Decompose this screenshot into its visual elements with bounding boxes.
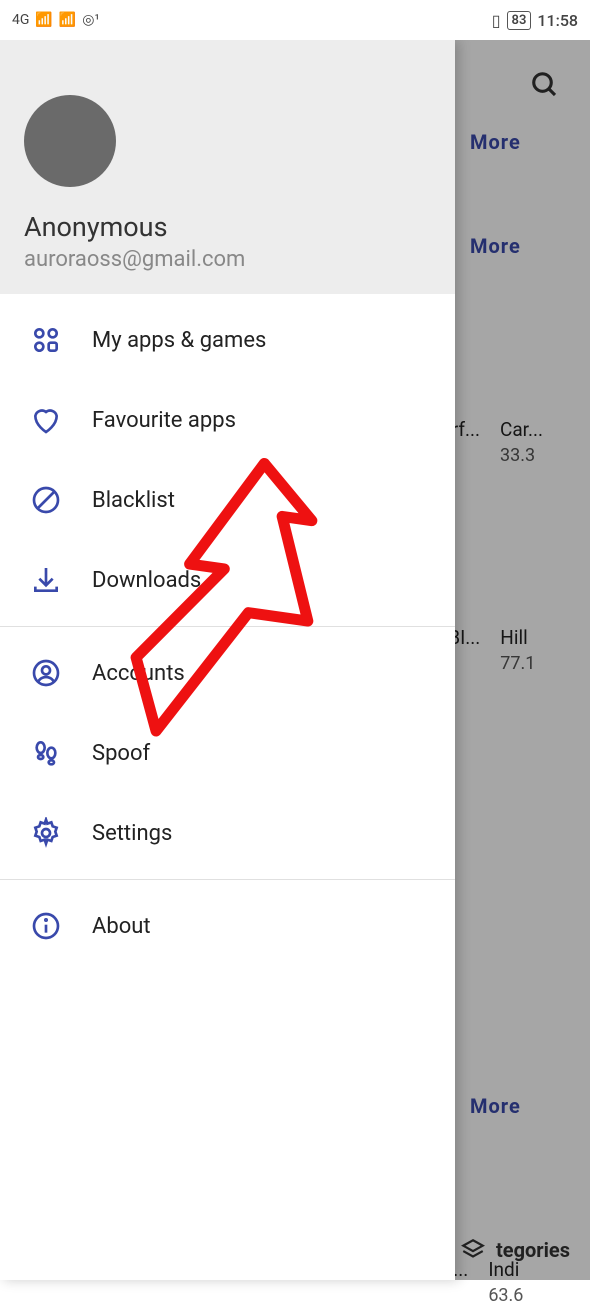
menu-label: Favourite apps [92, 408, 236, 433]
menu-label: Settings [92, 821, 172, 846]
menu-downloads[interactable]: Downloads [0, 540, 455, 620]
menu-label: My apps & games [92, 328, 266, 353]
menu-label: Downloads [92, 568, 201, 593]
info-icon [28, 908, 64, 944]
menu-my-apps[interactable]: My apps & games [0, 300, 455, 380]
avatar [24, 95, 116, 187]
signal-icon: 📶 [35, 12, 52, 28]
menu-label: Blacklist [92, 488, 175, 513]
menu-favourite[interactable]: Favourite apps [0, 380, 455, 460]
footsteps-icon [28, 735, 64, 771]
network-4g-icon: 4G [12, 12, 29, 28]
menu-about[interactable]: About [0, 886, 455, 966]
block-icon [28, 482, 64, 518]
status-right: ▯ 83 11:58 [492, 11, 578, 30]
apps-icon [28, 322, 64, 358]
status-left: 4G 📶 📶 ◎¹ [12, 12, 100, 28]
drawer-header[interactable]: Anonymous auroraoss@gmail.com [0, 40, 455, 294]
clock: 11:58 [537, 11, 578, 30]
menu-group-2: Accounts Spoof Settings [0, 627, 455, 880]
vibrate-icon: ▯ [492, 11, 501, 30]
battery-icon: 83 [507, 11, 532, 30]
signal-icon-2: 📶 [59, 12, 76, 28]
menu-label: About [92, 914, 151, 939]
account-icon [28, 655, 64, 691]
username: Anonymous [24, 211, 431, 243]
menu-group-1: My apps & games Favourite apps Blacklist [0, 294, 455, 627]
hotspot-icon: ◎¹ [82, 12, 99, 28]
menu-spoof[interactable]: Spoof [0, 713, 455, 793]
menu-accounts[interactable]: Accounts [0, 633, 455, 713]
user-email: auroraoss@gmail.com [24, 247, 431, 272]
menu-label: Spoof [92, 741, 150, 766]
menu-group-3: About [0, 880, 455, 972]
settings-icon [28, 815, 64, 851]
menu-label: Accounts [92, 661, 185, 686]
menu-settings[interactable]: Settings [0, 793, 455, 873]
download-icon [28, 562, 64, 598]
heart-icon [28, 402, 64, 438]
menu-blacklist[interactable]: Blacklist [0, 460, 455, 540]
navigation-drawer: Anonymous auroraoss@gmail.com My apps & … [0, 40, 455, 1280]
status-bar: 4G 📶 📶 ◎¹ ▯ 83 11:58 [0, 0, 590, 40]
